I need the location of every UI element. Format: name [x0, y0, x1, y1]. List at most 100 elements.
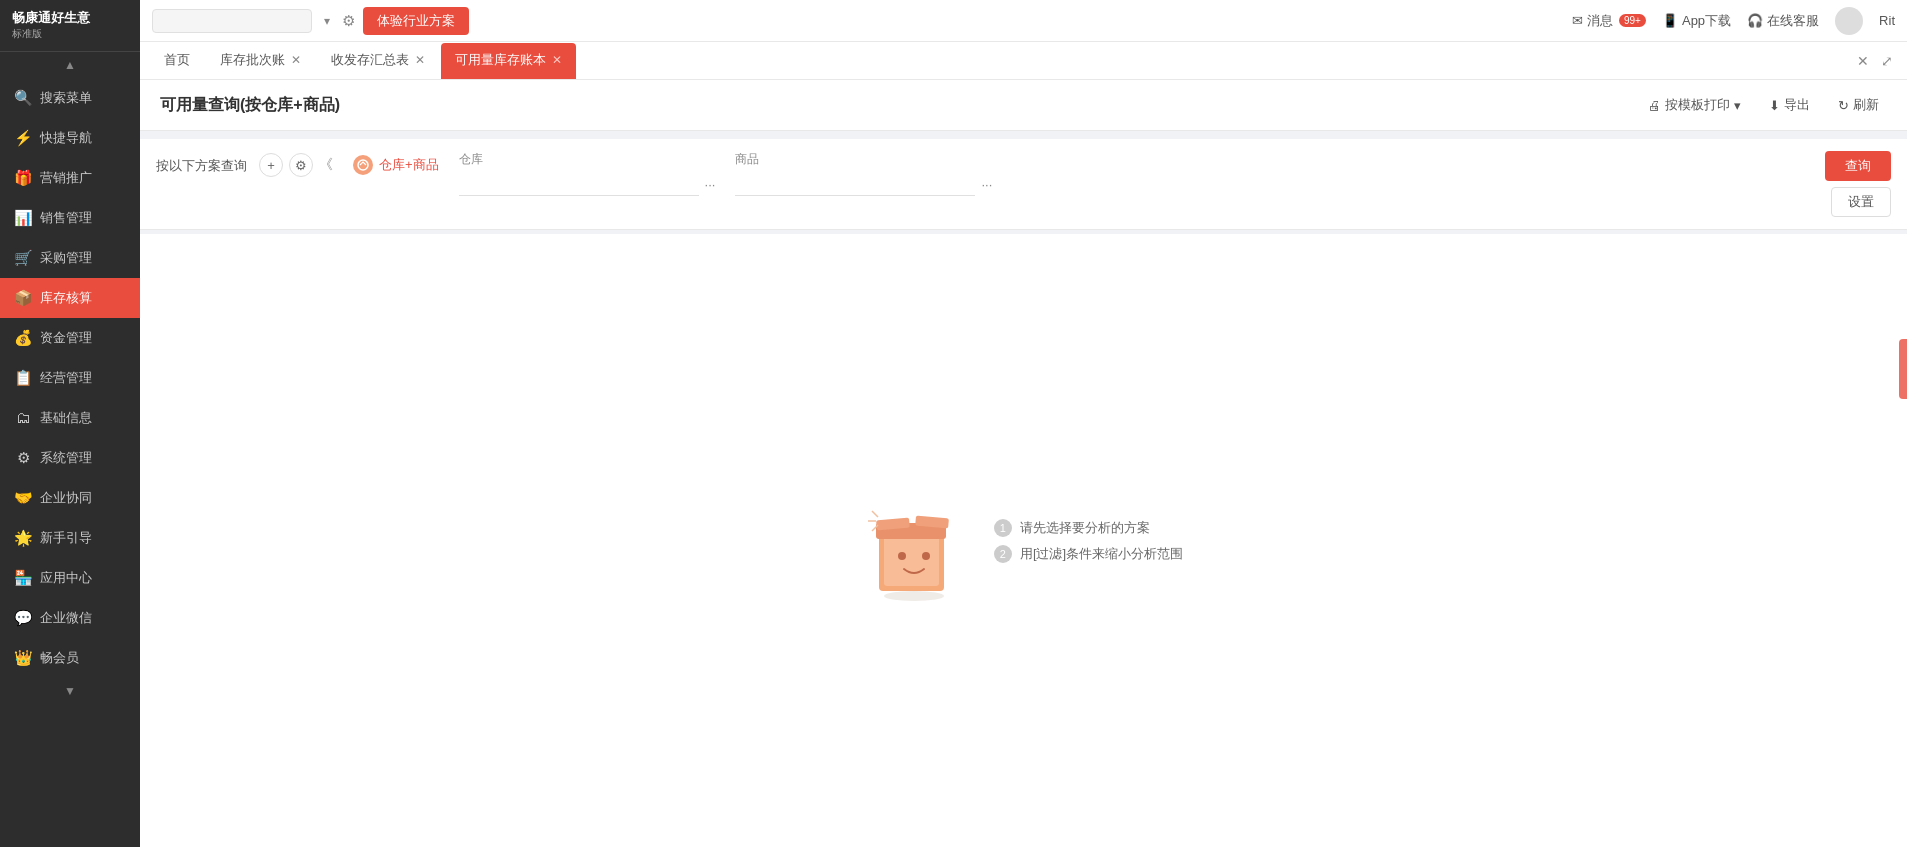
- edit-scheme-btn[interactable]: ⚙: [289, 153, 313, 177]
- refresh-icon: ↻: [1838, 98, 1849, 113]
- sidebar-item-label: 销售管理: [40, 209, 92, 227]
- tabbar-controls: ✕ ⤢: [1853, 49, 1897, 73]
- export-label: 导出: [1784, 96, 1810, 114]
- operation-icon: 📋: [14, 369, 32, 387]
- sidebar-item-member[interactable]: 👑畅会员: [0, 638, 140, 678]
- user-name: Rit: [1879, 13, 1895, 28]
- svg-rect-3: [884, 536, 939, 586]
- appstore-icon: 🏪: [14, 569, 32, 587]
- member-icon: 👑: [14, 649, 32, 667]
- industry-solution-button[interactable]: 体验行业方案: [363, 7, 469, 35]
- service-btn[interactable]: 🎧 在线客服: [1747, 12, 1819, 30]
- sidebar-item-system[interactable]: ⚙系统管理: [0, 438, 140, 478]
- page-content: 可用量查询(按仓库+商品) 🖨 按模板打印 ▾ ⬇ 导出 ↻ 刷新 按以下方案: [140, 80, 1907, 847]
- tab-close-batch[interactable]: ✕: [291, 53, 301, 67]
- scroll-up-btn[interactable]: ▲: [0, 52, 140, 78]
- sales-icon: 📊: [14, 209, 32, 227]
- tab-close-available[interactable]: ✕: [552, 53, 562, 67]
- topbar-gear-icon[interactable]: ⚙: [342, 12, 355, 30]
- logo-sub: 标准版: [12, 27, 128, 41]
- tip-num-2: 2: [994, 545, 1012, 563]
- tab-available[interactable]: 可用量库存账本 ✕: [441, 43, 576, 79]
- tab-label-available: 可用量库存账本: [455, 51, 546, 69]
- maximize-tab-btn[interactable]: ⤢: [1877, 49, 1897, 73]
- sidebar: 畅康通好生意 标准版 ▲ 🔍搜索菜单 ⚡ 快捷导航 🎁营销推广 📊 销售管理 🛒采购管理📦库…: [0, 0, 140, 847]
- sidebar-item-label: 快捷导航: [40, 129, 92, 147]
- filter-right-btns: 查询 设置: [1825, 151, 1891, 217]
- tab-label-summary: 收发存汇总表: [331, 51, 409, 69]
- topbar-dropdown-btn[interactable]: ▾: [320, 12, 334, 30]
- export-icon: ⬇: [1769, 98, 1780, 113]
- collapse-btn[interactable]: 《: [319, 156, 333, 174]
- tab-home[interactable]: 首页: [150, 43, 204, 79]
- warehouse-more-btn[interactable]: ···: [705, 177, 716, 192]
- sidebar-item-sales[interactable]: 📊 销售管理: [0, 198, 140, 238]
- product-input[interactable]: [735, 172, 975, 196]
- warehouse-input[interactable]: [459, 172, 699, 196]
- tab-label-home: 首页: [164, 51, 190, 69]
- close-tab-btn[interactable]: ✕: [1853, 49, 1873, 73]
- sidebar-item-purchase[interactable]: 🛒采购管理: [0, 238, 140, 278]
- page-title: 可用量查询(按仓库+商品): [160, 95, 340, 116]
- tab-close-summary[interactable]: ✕: [415, 53, 425, 67]
- message-btn[interactable]: ✉ 消息 99+: [1572, 12, 1646, 30]
- sidebar-item-appstore[interactable]: 🏪 应用中心: [0, 558, 140, 598]
- warehouse-field: 仓库 ···: [459, 151, 716, 196]
- add-scheme-btn[interactable]: +: [259, 153, 283, 177]
- appdown-icon: 📱: [1662, 13, 1678, 28]
- sidebar-scroll: ▲ 🔍搜索菜单 ⚡ 快捷导航 🎁营销推广 📊 销售管理 🛒采购管理📦库存核算💰资金管理 📋 经营…: [0, 52, 140, 847]
- shortcut-icon: ⚡: [14, 129, 32, 147]
- empty-illustration: [864, 491, 964, 591]
- print-label: 按模板打印: [1665, 96, 1730, 114]
- newbie-icon: 🌟: [14, 529, 32, 547]
- message-icon: ✉: [1572, 13, 1583, 28]
- tab-label-batch: 库存批次账: [220, 51, 285, 69]
- sidebar-item-base[interactable]: 🗂 基础信息: [0, 398, 140, 438]
- sidebar-item-inventory[interactable]: 📦库存核算: [0, 278, 140, 318]
- appdown-btn[interactable]: 📱 App下载: [1662, 12, 1731, 30]
- page-header-actions: 🖨 按模板打印 ▾ ⬇ 导出 ↻ 刷新: [1640, 92, 1887, 118]
- tabs-container: 首页 库存批次账 ✕ 收发存汇总表 ✕ 可用量库存账本 ✕: [150, 43, 576, 79]
- empty-tips: 1 请先选择要分析的方案 2 用[过滤]条件来缩小分析范围: [994, 519, 1183, 563]
- tab-batch[interactable]: 库存批次账 ✕: [206, 43, 315, 79]
- sidebar-item-search[interactable]: 🔍搜索菜单: [0, 78, 140, 118]
- scroll-down-btn[interactable]: ▼: [0, 678, 140, 704]
- sidebar-item-shortcut[interactable]: ⚡ 快捷导航: [0, 118, 140, 158]
- scheme-label: 仓库+商品: [379, 156, 439, 174]
- empty-tip-2: 2 用[过滤]条件来缩小分析范围: [994, 545, 1183, 563]
- query-button[interactable]: 查询: [1825, 151, 1891, 181]
- sidebar-item-enterprise[interactable]: 🤝企业协同: [0, 478, 140, 518]
- sidebar-item-finance[interactable]: 💰资金管理: [0, 318, 140, 358]
- svg-point-7: [898, 552, 906, 560]
- topbar-search-input[interactable]: [152, 9, 312, 33]
- product-field: 商品 ···: [735, 151, 992, 196]
- sidebar-item-newbie[interactable]: 🌟新手引导: [0, 518, 140, 558]
- sidebar-item-label: 采购管理: [40, 249, 92, 267]
- sidebar-item-operation[interactable]: 📋 经营管理: [0, 358, 140, 398]
- tab-summary[interactable]: 收发存汇总表 ✕: [317, 43, 439, 79]
- sidebar-item-label: 企业微信: [40, 609, 92, 627]
- sidebar-item-label: 经营管理: [40, 369, 92, 387]
- filter-actions: + ⚙ 《: [259, 151, 333, 177]
- enterprise-icon: 🤝: [14, 489, 32, 507]
- service-label: 在线客服: [1767, 12, 1819, 30]
- sidebar-item-label: 基础信息: [40, 409, 92, 427]
- base-icon: 🗂: [14, 409, 32, 426]
- empty-tip-1: 1 请先选择要分析的方案: [994, 519, 1183, 537]
- product-more-btn[interactable]: ···: [981, 177, 992, 192]
- settings-button[interactable]: 设置: [1831, 187, 1891, 217]
- refresh-btn[interactable]: ↻ 刷新: [1830, 92, 1887, 118]
- tip-text-2: 用[过滤]条件来缩小分析范围: [1020, 545, 1183, 563]
- sidebar-item-label: 资金管理: [40, 329, 92, 347]
- export-btn[interactable]: ⬇ 导出: [1761, 92, 1818, 118]
- sidebar-item-wechat[interactable]: 💬企业微信: [0, 598, 140, 638]
- sidebar-logo: 畅康通好生意 标准版: [0, 0, 140, 52]
- user-avatar[interactable]: [1835, 7, 1863, 35]
- print-template-btn[interactable]: 🖨 按模板打印 ▾: [1640, 92, 1749, 118]
- scheme-warehouse-product[interactable]: 仓库+商品: [345, 151, 447, 179]
- right-scrollbar[interactable]: [1899, 339, 1907, 399]
- sidebar-item-marketing[interactable]: 🎁营销推广: [0, 158, 140, 198]
- product-label: 商品: [735, 151, 992, 168]
- system-icon: ⚙: [14, 449, 32, 467]
- sidebar-item-label: 应用中心: [40, 569, 92, 587]
